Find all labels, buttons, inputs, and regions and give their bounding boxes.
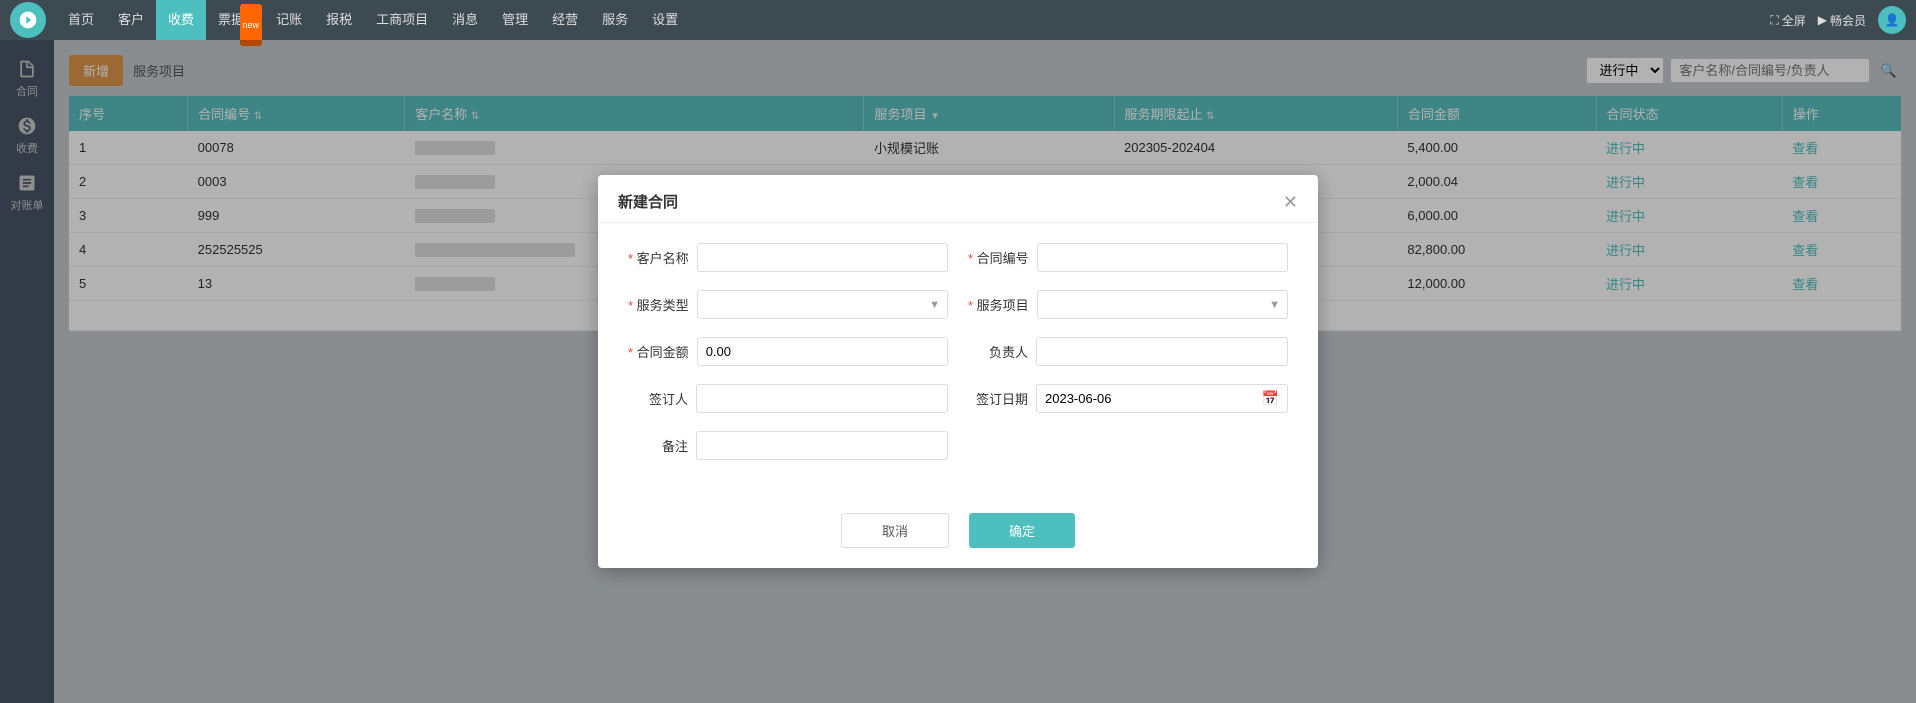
- modal-footer: 取消 确定: [598, 498, 1318, 568]
- fullscreen-button[interactable]: ⛶ 全屏: [1770, 12, 1805, 29]
- select-service-type[interactable]: [697, 290, 948, 319]
- form-row-1: 客户名称 合同编号: [628, 243, 1288, 272]
- label-signer: 签订人: [628, 389, 688, 408]
- play-icon: ▶: [1818, 13, 1827, 27]
- input-contract-no[interactable]: [1037, 243, 1288, 272]
- nav-invoice[interactable]: 票据 new: [206, 0, 264, 40]
- form-group-notes: 备注: [628, 431, 948, 460]
- select-service-item[interactable]: [1037, 290, 1288, 319]
- confirm-button[interactable]: 确定: [969, 513, 1075, 548]
- form-group-responsible: 负责人: [968, 337, 1288, 366]
- form-group-customer: 客户名称: [628, 243, 948, 272]
- form-group-sign-date: 签订日期 📅: [968, 384, 1288, 413]
- calendar-icon[interactable]: 📅: [1262, 390, 1279, 407]
- label-service-type: 服务类型: [628, 295, 689, 314]
- avatar[interactable]: 👤: [1878, 6, 1906, 34]
- modal-overlay: 新建合同 ✕ 客户名称 合同编号 服务类型: [0, 40, 1916, 703]
- form-row-4: 签订人 签订日期 📅: [628, 384, 1288, 413]
- nav-bizproject[interactable]: 工商项目: [364, 0, 440, 40]
- label-sign-date: 签订日期: [968, 389, 1028, 408]
- modal-header: 新建合同 ✕: [598, 175, 1318, 223]
- label-service-item: 服务项目: [968, 295, 1029, 314]
- input-signer[interactable]: [696, 384, 948, 413]
- modal-body: 客户名称 合同编号 服务类型 ▼: [598, 223, 1318, 498]
- cancel-button[interactable]: 取消: [841, 513, 949, 548]
- user-icon: 👤: [1885, 13, 1900, 27]
- input-customer-name[interactable]: [697, 243, 948, 272]
- label-contract-no: 合同编号: [968, 248, 1029, 267]
- new-contract-modal: 新建合同 ✕ 客户名称 合同编号 服务类型: [598, 175, 1318, 568]
- nav-service[interactable]: 服务: [590, 0, 640, 40]
- modal-title: 新建合同: [618, 191, 678, 212]
- form-row-3: 合同金额 负责人: [628, 337, 1288, 366]
- top-navigation: 首页 客户 收费 票据 new 记账 报税 工商项目 消息 管理 经营 服务 设…: [0, 0, 1916, 40]
- app-logo: [10, 2, 46, 38]
- input-sign-date[interactable]: [1045, 385, 1262, 412]
- nav-tax[interactable]: 报税: [314, 0, 364, 40]
- input-contract-amount[interactable]: [697, 337, 948, 366]
- modal-close-button[interactable]: ✕: [1283, 193, 1298, 211]
- fullscreen-icon: ⛶: [1770, 13, 1778, 28]
- nav-message[interactable]: 消息: [440, 0, 490, 40]
- form-group-service-type: 服务类型 ▼: [628, 290, 948, 319]
- nav-settings[interactable]: 设置: [640, 0, 690, 40]
- nav-manage[interactable]: 管理: [490, 0, 540, 40]
- form-group-service-item: 服务项目 ▼: [968, 290, 1288, 319]
- select-wrap-service-item: ▼: [1037, 290, 1288, 319]
- form-group-amount: 合同金额: [628, 337, 948, 366]
- form-group-signer: 签订人: [628, 384, 948, 413]
- input-responsible[interactable]: [1036, 337, 1288, 366]
- nav-fee[interactable]: 收费: [156, 0, 206, 40]
- member-button[interactable]: ▶ 畅会员: [1818, 12, 1866, 29]
- nav-bookkeeping[interactable]: 记账: [264, 0, 314, 40]
- label-customer-name: 客户名称: [628, 248, 689, 267]
- date-input-wrap: 📅: [1036, 384, 1288, 413]
- nav-operation[interactable]: 经营: [540, 0, 590, 40]
- form-group-contract-no: 合同编号: [968, 243, 1288, 272]
- nav-right-area: ⛶ 全屏 ▶ 畅会员 👤: [1770, 6, 1906, 34]
- label-responsible: 负责人: [968, 342, 1028, 361]
- input-notes[interactable]: [696, 431, 948, 460]
- form-row-2: 服务类型 ▼ 服务项目 ▼: [628, 290, 1288, 319]
- nav-home[interactable]: 首页: [56, 0, 106, 40]
- label-notes: 备注: [628, 436, 688, 455]
- select-wrap-service-type: ▼: [697, 290, 948, 319]
- form-row-5: 备注: [628, 431, 1288, 460]
- label-contract-amount: 合同金额: [628, 342, 689, 361]
- nav-customer[interactable]: 客户: [106, 0, 156, 40]
